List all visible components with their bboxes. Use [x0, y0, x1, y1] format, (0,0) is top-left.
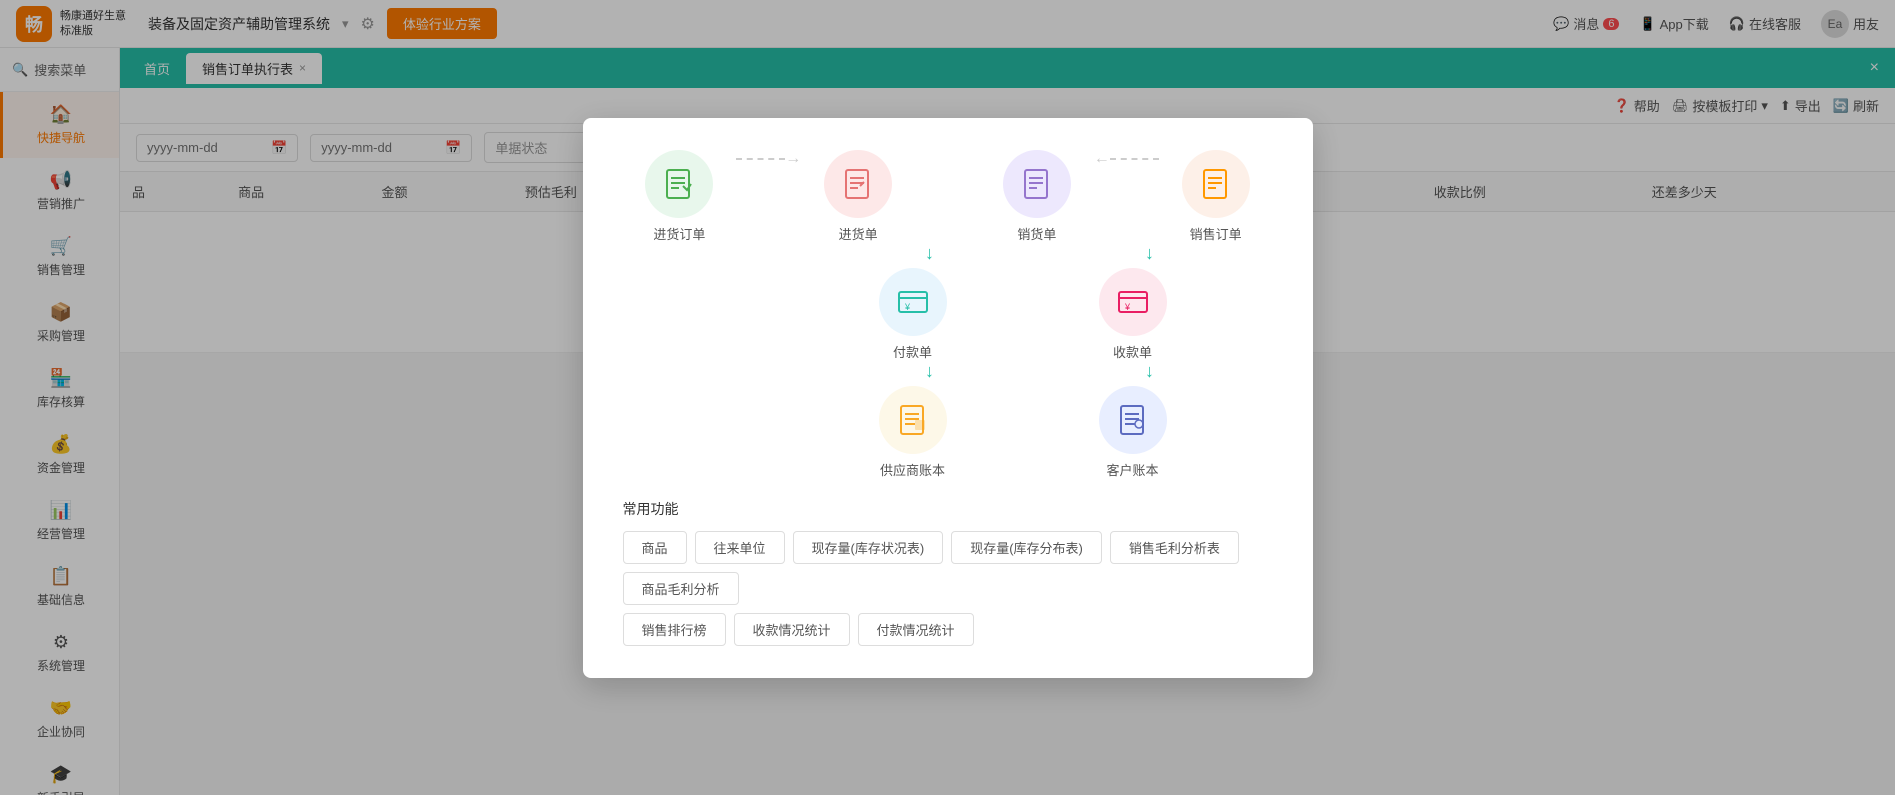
supplier-account-label: 供应商账本 — [880, 460, 945, 479]
sales-order-label: 销售订单 — [1190, 224, 1242, 243]
purchase-bill-label: 进货单 — [839, 224, 878, 243]
flow-row-arrows2: ↓ ↓ — [623, 361, 1273, 382]
arrow-so-to-sb: ← — [1094, 150, 1159, 192]
sales-bill-label: 销货单 — [1017, 224, 1056, 243]
flow-diagram: 进货订单 → — [623, 150, 1273, 479]
function-buttons-row1: 商品 往来单位 现存量(库存状况表) 现存量(库存分布表) 销售毛利分析表 商品… — [623, 531, 1273, 605]
purchase-order-label: 进货订单 — [653, 224, 705, 243]
func-btn-stock-status[interactable]: 现存量(库存状况表) — [793, 531, 944, 564]
receipt-bill-label: 收款单 — [1113, 342, 1152, 361]
flow-row-3: 供应商账本 — [623, 386, 1273, 479]
func-btn-sales-rank[interactable]: 销售排行榜 — [623, 613, 726, 646]
receipt-bill-icon: ¥ — [1115, 284, 1151, 320]
supplier-account-icon — [895, 402, 931, 438]
func-btn-goods-margin[interactable]: 商品毛利分析 — [623, 572, 739, 605]
svg-text:¥: ¥ — [1124, 302, 1131, 312]
payment-bill-circle: ¥ — [879, 268, 947, 336]
customer-account-icon — [1115, 402, 1151, 438]
payment-bill-node[interactable]: ¥ 付款单 — [843, 268, 983, 361]
supplier-account-node[interactable]: 供应商账本 — [843, 386, 983, 479]
function-buttons-row2: 销售排行榜 收款情况统计 付款情况统计 — [623, 613, 1273, 646]
purchase-bill-node[interactable]: 进货单 — [801, 150, 915, 243]
payment-bill-label: 付款单 — [893, 342, 932, 361]
purchase-order-circle — [645, 150, 713, 218]
func-btn-sales-margin[interactable]: 销售毛利分析表 — [1110, 531, 1239, 564]
common-functions-section: 常用功能 商品 往来单位 现存量(库存状况表) 现存量(库存分布表) 销售毛利分… — [623, 499, 1273, 646]
arrow-po-to-pb: → — [736, 150, 801, 192]
sales-bill-circle — [1003, 150, 1071, 218]
customer-account-circle — [1099, 386, 1167, 454]
receipt-bill-circle: ¥ — [1099, 268, 1167, 336]
flow-row-1: 进货订单 → — [623, 150, 1273, 243]
supplier-account-circle — [879, 386, 947, 454]
flow-row-arrows: ↓ ↓ — [623, 243, 1273, 264]
customer-account-node[interactable]: 客户账本 — [1063, 386, 1203, 479]
arrow-sb-down: ↓ — [1063, 243, 1203, 264]
purchase-bill-icon — [840, 166, 876, 202]
payment-bill-icon: ¥ — [895, 284, 931, 320]
sales-order-icon — [1198, 166, 1234, 202]
purchase-order-icon — [661, 166, 697, 202]
common-functions-title: 常用功能 — [623, 499, 1273, 519]
func-btn-receipt-stats[interactable]: 收款情况统计 — [734, 613, 850, 646]
flow-row-2: ¥ 付款单 ¥ — [623, 268, 1273, 361]
svg-text:¥: ¥ — [904, 302, 911, 312]
purchase-bill-circle — [824, 150, 892, 218]
purchase-order-node[interactable]: 进货订单 — [623, 150, 737, 243]
func-btn-stock-dist[interactable]: 现存量(库存分布表) — [951, 531, 1102, 564]
sales-bill-icon — [1019, 166, 1055, 202]
func-btn-goods[interactable]: 商品 — [623, 531, 687, 564]
sales-order-circle — [1182, 150, 1250, 218]
modal-overlay[interactable]: 进货订单 → — [0, 0, 1895, 795]
arrow-payment-down: ↓ — [843, 361, 983, 382]
func-btn-partners[interactable]: 往来单位 — [695, 531, 785, 564]
modal-content: 进货订单 → — [583, 118, 1313, 678]
modal-dialog: 进货订单 → — [583, 118, 1313, 678]
customer-account-label: 客户账本 — [1106, 460, 1158, 479]
sales-order-node[interactable]: 销售订单 — [1159, 150, 1273, 243]
receipt-bill-node[interactable]: ¥ 收款单 — [1063, 268, 1203, 361]
sales-bill-node[interactable]: 销货单 — [980, 150, 1094, 243]
arrow-receipt-down: ↓ — [1063, 361, 1203, 382]
arrow-pb-down: ↓ — [843, 243, 983, 264]
func-btn-payment-stats[interactable]: 付款情况统计 — [858, 613, 974, 646]
